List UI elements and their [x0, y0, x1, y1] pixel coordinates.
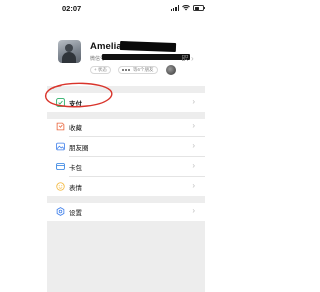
menu-item-settings[interactable]: 设置 ›	[47, 202, 205, 221]
status-icons	[170, 5, 205, 11]
qr-code-icon[interactable]	[182, 55, 188, 61]
menu-item-cards[interactable]: 卡包 ›	[47, 157, 205, 176]
menu-item-favorites[interactable]: 收藏 ›	[47, 117, 205, 136]
favorites-icon	[56, 122, 65, 131]
status-time: 02:07	[62, 3, 82, 13]
menu-item-pay-label: 支付	[69, 101, 82, 108]
card-wallet-icon	[56, 163, 65, 170]
moments-icon	[56, 142, 65, 151]
profile-avatar[interactable]	[58, 40, 81, 63]
chevron-right-icon: ›	[192, 206, 195, 215]
name-redaction	[119, 41, 177, 52]
menu-item-cards-label: 卡包	[69, 165, 82, 172]
menu-item-pay[interactable]: 支付 ›	[47, 93, 205, 112]
friends-status-chip[interactable]: 等6个朋友	[118, 66, 158, 74]
chevron-right-icon: ›	[192, 141, 195, 150]
section-separator	[47, 86, 205, 93]
chevron-right-icon: ›	[192, 121, 195, 130]
chevron-right-icon: ›	[192, 181, 195, 190]
battery-icon	[193, 5, 205, 11]
pay-icon	[56, 98, 65, 107]
friends-label: 等6个朋友	[133, 67, 154, 72]
friend-avatars-icon	[121, 68, 131, 72]
wifi-icon	[182, 5, 190, 11]
menu-item-settings-label: 设置	[69, 210, 82, 217]
menu-item-favorites-label: 收藏	[69, 125, 82, 132]
id-redaction	[102, 54, 190, 60]
profile-name: Amelia	[90, 41, 122, 52]
chevron-right-icon: ›	[192, 97, 195, 106]
menu-item-moments-label: 朋友圈	[69, 145, 89, 152]
empty-area	[47, 221, 205, 292]
profile-header[interactable]: Amelia 微信号： › + 状态 等6个朋友	[0, 40, 250, 82]
chevron-right-icon: ›	[192, 161, 195, 170]
signal-icon	[170, 5, 179, 11]
profile-chevron-icon[interactable]: ›	[191, 54, 194, 63]
menu-item-stickers-label: 表情	[69, 185, 82, 192]
status-avatar[interactable]	[166, 65, 176, 75]
menu-item-stickers[interactable]: 表情 ›	[47, 177, 205, 196]
add-status-button[interactable]: + 状态	[90, 66, 111, 74]
settings-icon	[56, 207, 65, 216]
menu-item-moments[interactable]: 朋友圈 ›	[47, 137, 205, 156]
sticker-icon	[56, 182, 65, 191]
status-bar: 02:07	[0, 0, 250, 16]
